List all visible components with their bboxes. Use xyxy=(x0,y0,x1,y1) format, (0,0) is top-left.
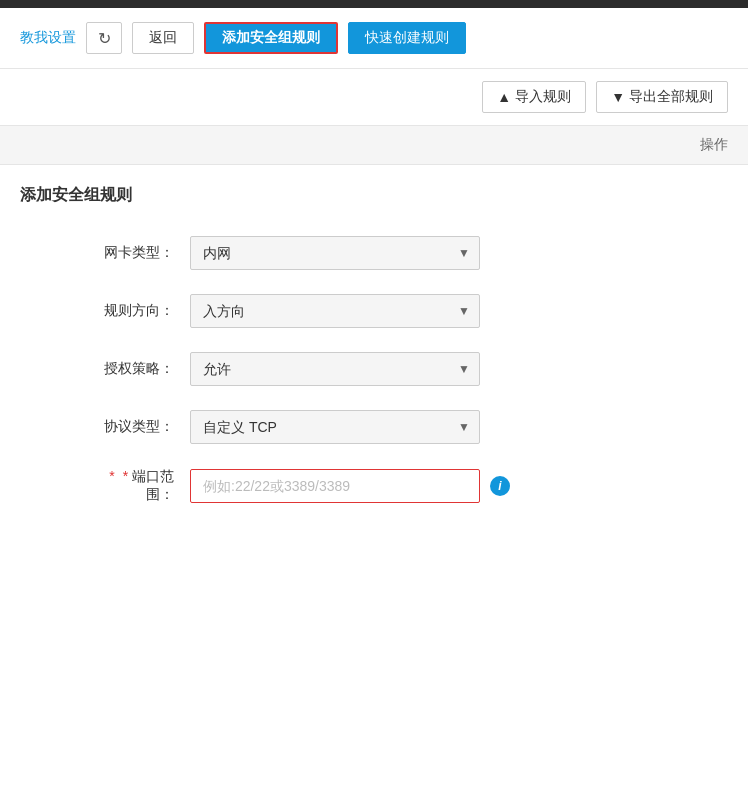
direction-select-wrapper: 入方向 出方向 ▼ xyxy=(190,294,480,328)
nic-type-row: 网卡类型： 内网 公网 ▼ xyxy=(20,236,728,270)
protocol-label: 协议类型： xyxy=(100,418,190,436)
table-header: 操作 xyxy=(0,125,748,165)
policy-row: 授权策略： 允许 拒绝 ▼ xyxy=(20,352,728,386)
policy-select-wrapper: 允许 拒绝 ▼ xyxy=(190,352,480,386)
protocol-select[interactable]: 自定义 TCP 自定义 UDP ALL ICMP xyxy=(190,410,480,444)
top-bar xyxy=(0,0,748,8)
refresh-icon: ↻ xyxy=(98,29,111,48)
form-section: 添加安全组规则 网卡类型： 内网 公网 ▼ 规则方向： 入方向 出方向 ▼ 授权… xyxy=(0,165,748,548)
protocol-row: 协议类型： 自定义 TCP 自定义 UDP ALL ICMP ▼ xyxy=(20,410,728,444)
protocol-select-wrapper: 自定义 TCP 自定义 UDP ALL ICMP ▼ xyxy=(190,410,480,444)
export-rules-button[interactable]: ▼ 导出全部规则 xyxy=(596,81,728,113)
port-range-row: * 端口范围： i xyxy=(20,468,728,504)
policy-select[interactable]: 允许 拒绝 xyxy=(190,352,480,386)
required-star: * xyxy=(123,468,128,484)
port-range-input[interactable] xyxy=(190,469,480,503)
action-bar: ▲ 导入规则 ▼ 导出全部规则 xyxy=(0,69,748,125)
nic-type-label: 网卡类型： xyxy=(100,244,190,262)
return-button[interactable]: 返回 xyxy=(132,22,194,54)
policy-label: 授权策略： xyxy=(100,360,190,378)
nic-type-select-wrapper: 内网 公网 ▼ xyxy=(190,236,480,270)
port-range-label: * 端口范围： xyxy=(100,468,190,504)
help-link[interactable]: 教我设置 xyxy=(20,29,76,47)
form-title: 添加安全组规则 xyxy=(20,185,728,206)
add-rule-button[interactable]: 添加安全组规则 xyxy=(204,22,338,54)
operation-column-header: 操作 xyxy=(700,136,728,154)
port-info-icon[interactable]: i xyxy=(490,476,510,496)
direction-row: 规则方向： 入方向 出方向 ▼ xyxy=(20,294,728,328)
direction-label: 规则方向： xyxy=(100,302,190,320)
toolbar: 教我设置 ↻ 返回 添加安全组规则 快速创建规则 xyxy=(0,8,748,69)
import-icon: ▲ xyxy=(497,89,511,105)
nic-type-select[interactable]: 内网 公网 xyxy=(190,236,480,270)
refresh-button[interactable]: ↻ xyxy=(86,22,122,54)
direction-select[interactable]: 入方向 出方向 xyxy=(190,294,480,328)
export-icon: ▼ xyxy=(611,89,625,105)
quick-create-button[interactable]: 快速创建规则 xyxy=(348,22,466,54)
import-rules-button[interactable]: ▲ 导入规则 xyxy=(482,81,586,113)
